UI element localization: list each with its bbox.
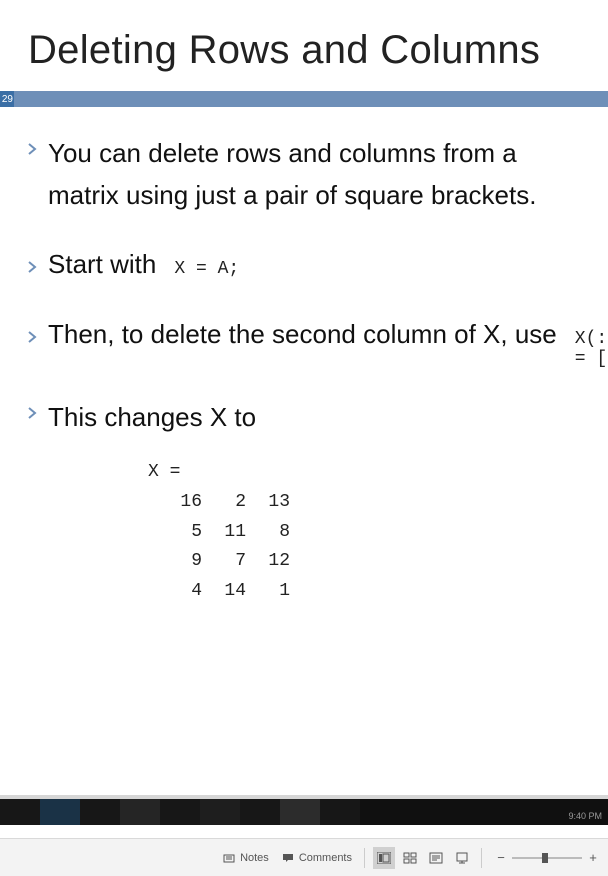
reading-view-button[interactable]	[425, 847, 447, 869]
slideshow-view-button[interactable]	[451, 847, 473, 869]
comments-icon	[281, 851, 295, 865]
matrix-cell: 13	[246, 488, 290, 518]
inline-code: X(:,2) = []	[575, 329, 608, 369]
bullet-item: Start with X = A;	[28, 244, 580, 286]
bullet-text: Then, to delete the second column of X, …	[48, 314, 557, 356]
bullet-text: You can delete rows and columns from a m…	[48, 133, 580, 216]
matrix-cell: 11	[202, 518, 246, 548]
notes-button[interactable]: Notes	[222, 851, 269, 865]
bullet-item: This changes X to	[28, 397, 580, 439]
matrix-cell: 1	[246, 577, 290, 607]
matrix-cell: 14	[202, 577, 246, 607]
matrix-header: X =	[148, 458, 580, 488]
matrix-row: 4141	[158, 577, 580, 607]
accent-bar: 29	[0, 91, 608, 107]
zoom-slider[interactable]	[512, 857, 582, 859]
zoom-control: − +	[494, 850, 600, 865]
matrix-cell: 9	[158, 547, 202, 577]
slide-number-badge: 29	[0, 91, 14, 107]
slide-area: Deleting Rows and Columns 29 You can del…	[0, 0, 608, 795]
normal-view-button[interactable]	[373, 847, 395, 869]
matrix-cell: 2	[202, 488, 246, 518]
matrix-row: 5118	[158, 518, 580, 548]
matrix-cell: 8	[246, 518, 290, 548]
divider	[364, 848, 365, 868]
bullet-text: This changes X to	[48, 397, 256, 439]
notes-icon	[222, 851, 236, 865]
matrix-rows: 16213 5118 9712 4141	[158, 488, 580, 607]
slide-title: Deleting Rows and Columns	[0, 0, 608, 91]
chevron-right-icon	[28, 331, 42, 343]
matrix-output: X = 16213 5118 9712 4141	[148, 458, 580, 606]
slide-content: You can delete rows and columns from a m…	[0, 107, 608, 607]
zoom-thumb[interactable]	[542, 853, 548, 863]
chevron-right-icon	[28, 407, 42, 419]
matrix-row: 16213	[158, 488, 580, 518]
notes-label: Notes	[240, 852, 269, 864]
chevron-right-icon	[28, 143, 42, 155]
comments-button[interactable]: Comments	[281, 851, 352, 865]
slide-sorter-view-button[interactable]	[399, 847, 421, 869]
matrix-cell: 16	[158, 488, 202, 518]
bullet-item: Then, to delete the second column of X, …	[28, 314, 580, 369]
matrix-cell: 5	[158, 518, 202, 548]
zoom-in-button[interactable]: +	[586, 850, 600, 865]
taskbar[interactable]: 9:40 PM	[0, 799, 608, 825]
status-bar: Notes Comments − +	[0, 838, 608, 876]
chevron-right-icon	[28, 261, 42, 273]
bullet-text: Start with	[48, 244, 156, 286]
clock[interactable]: 9:40 PM	[568, 811, 602, 821]
inline-code: X = A;	[174, 259, 239, 279]
comments-label: Comments	[299, 852, 352, 864]
bullet-item: You can delete rows and columns from a m…	[28, 133, 580, 216]
matrix-cell: 12	[246, 547, 290, 577]
matrix-cell: 7	[202, 547, 246, 577]
matrix-cell: 4	[158, 577, 202, 607]
accent-bar-fill	[14, 91, 608, 107]
zoom-out-button[interactable]: −	[494, 850, 508, 865]
divider	[481, 848, 482, 868]
matrix-row: 9712	[158, 547, 580, 577]
